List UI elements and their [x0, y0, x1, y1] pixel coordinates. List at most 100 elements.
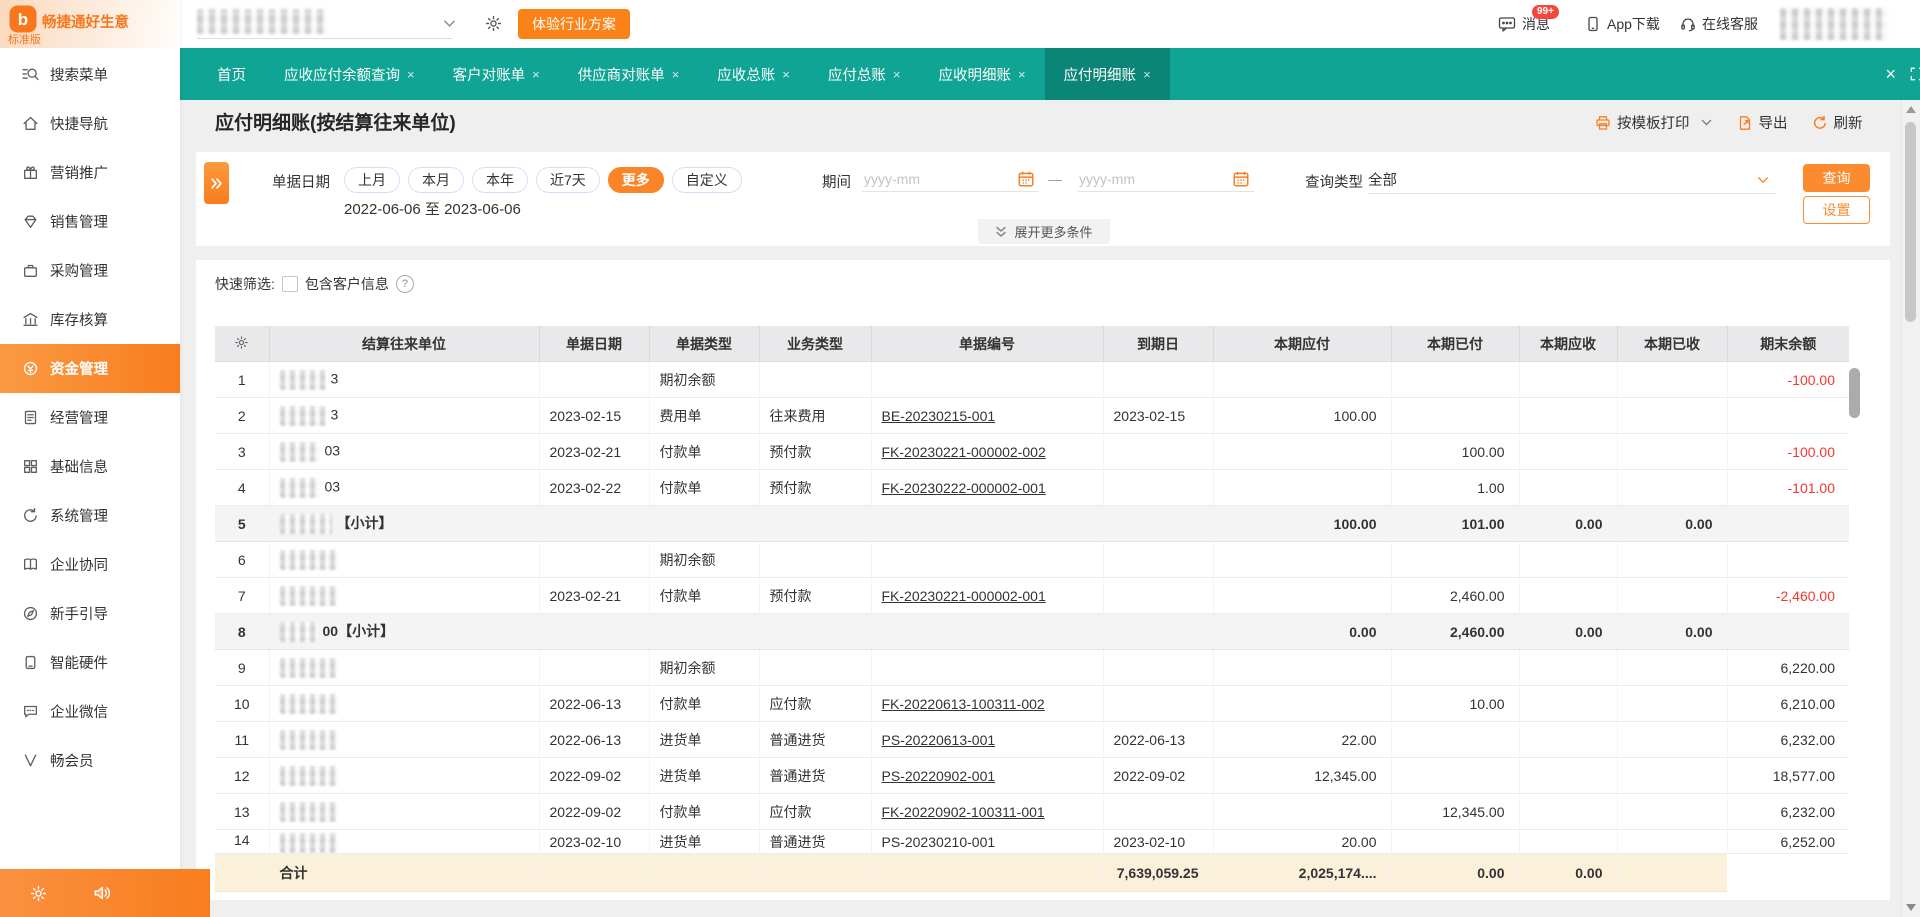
- sidebar-item-资金管理[interactable]: 资金管理: [0, 344, 180, 393]
- collapse-filter-tab[interactable]: [204, 162, 229, 204]
- total-balance: [1617, 853, 1727, 893]
- tab-应收总账[interactable]: 应收总账 ×: [698, 48, 809, 100]
- announcement-speaker-icon[interactable]: [93, 884, 111, 902]
- paid-cell: [1391, 829, 1520, 855]
- doc-type-cell: 进货单: [649, 829, 760, 855]
- query-type-select[interactable]: 全部: [1368, 166, 1776, 194]
- doc-no-link[interactable]: FK-20230222-000002-001: [882, 480, 1046, 496]
- tab-供应商对账单[interactable]: 供应商对账单 ×: [559, 48, 699, 100]
- settings-button[interactable]: 设置: [1803, 196, 1870, 224]
- doc-date-cell: 2023-02-15: [539, 397, 650, 434]
- app-window: 体验行业方案 消息 99+ App下载 在线客服 首页 应收应付余额查询 × 客户对账…: [0, 0, 1920, 917]
- scroll-up-arrow-icon[interactable]: [1906, 106, 1916, 113]
- column-header-label: 本期应付: [1274, 335, 1330, 352]
- redacted-user-avatar[interactable]: [1780, 8, 1888, 40]
- payable-cell: [1213, 649, 1392, 686]
- print-template-button[interactable]: 按模板打印: [1595, 112, 1713, 133]
- online-support-button[interactable]: 在线客服: [1680, 14, 1758, 34]
- redacted-unit-name: [279, 833, 338, 853]
- tab-应付总账[interactable]: 应付总账 ×: [809, 48, 920, 100]
- doc-no-link[interactable]: FK-20220613-100311-002: [882, 696, 1045, 712]
- doc-no-link[interactable]: FK-20230221-000002-001: [882, 588, 1046, 604]
- tab-客户对账单[interactable]: 客户对账单 ×: [434, 48, 559, 100]
- doc-date-cell: 2022-09-02: [539, 757, 650, 794]
- table-scrollbar-thumb[interactable]: [1849, 368, 1860, 418]
- scroll-down-arrow-icon[interactable]: [1906, 904, 1916, 911]
- doc-no-link[interactable]: BE-20230215-001: [882, 408, 996, 424]
- app-download-label: App下载: [1607, 16, 1660, 32]
- tab-应收应付余额查询[interactable]: 应收应付余额查询 ×: [265, 48, 434, 100]
- briefcase-icon: [22, 262, 39, 279]
- table-row: 9 期初余额 6,220.00: [215, 649, 1849, 686]
- tab-close-icon[interactable]: ×: [1018, 67, 1026, 82]
- period-to-input[interactable]: [1077, 166, 1254, 192]
- custom-range-pill[interactable]: 自定义: [671, 167, 742, 193]
- sidebar-item-企业微信[interactable]: 企业微信: [0, 687, 180, 736]
- payable-cell: 100.00: [1213, 505, 1392, 542]
- tabbar-fullscreen-icon[interactable]: [1910, 67, 1920, 81]
- tab-应收明细账[interactable]: 应收明细账 ×: [919, 48, 1044, 100]
- row-number: 13: [215, 793, 270, 830]
- doc-no-link[interactable]: PS-20220613-001: [882, 732, 996, 748]
- expand-more-conditions[interactable]: 展开更多条件: [978, 219, 1110, 244]
- row-number: 6: [215, 541, 270, 578]
- calendar-icon[interactable]: [1017, 170, 1035, 188]
- column-header-到期日: 到期日: [1103, 326, 1214, 362]
- settings-gear-icon[interactable]: [485, 15, 502, 32]
- printer-icon: [1595, 115, 1611, 131]
- chevron-down-icon[interactable]: [442, 16, 457, 31]
- doc-no-link[interactable]: PS-20220902-001: [882, 768, 996, 784]
- tab-首页[interactable]: 首页: [198, 48, 265, 100]
- messages-button[interactable]: 消息 99+: [1498, 5, 1559, 34]
- doc-no-link[interactable]: FK-20230221-000002-002: [882, 444, 1046, 460]
- tab-close-icon[interactable]: ×: [893, 67, 901, 82]
- app-download-button[interactable]: App下载: [1585, 14, 1660, 34]
- chevron-down-icon[interactable]: [1700, 116, 1713, 129]
- sidebar-item-label: 新手引导: [50, 607, 108, 623]
- sidebar-item-畅会员[interactable]: 畅会员: [0, 736, 180, 785]
- row-number: 10: [215, 685, 270, 722]
- sidebar-item-智能硬件[interactable]: 智能硬件: [0, 638, 180, 687]
- search-button[interactable]: 查询: [1803, 164, 1870, 192]
- sidebar-item-新手引导[interactable]: 新手引导: [0, 589, 180, 638]
- page-scrollbar[interactable]: [1901, 100, 1920, 917]
- period-from-input[interactable]: [862, 166, 1039, 192]
- footer-gear-icon[interactable]: [30, 885, 47, 902]
- calendar-icon[interactable]: [1232, 170, 1250, 188]
- page-scrollbar-thumb[interactable]: [1905, 122, 1916, 322]
- more-ranges-pill[interactable]: 更多: [607, 167, 664, 193]
- export-label: 导出: [1758, 116, 1788, 132]
- tabbar-close-icon[interactable]: ×: [1885, 65, 1896, 83]
- range-pill-上月[interactable]: 上月: [344, 167, 400, 193]
- tab-应付明细账[interactable]: 应付明细账 ×: [1044, 48, 1170, 100]
- doc-type-cell: 进货单: [649, 757, 760, 794]
- tab-close-icon[interactable]: ×: [782, 67, 790, 82]
- range-pill-近7天[interactable]: 近7天: [536, 167, 600, 193]
- range-pill-本年[interactable]: 本年: [472, 167, 528, 193]
- sidebar-item-快捷导航[interactable]: 快捷导航: [0, 99, 180, 148]
- sidebar-item-系统管理[interactable]: 系统管理: [0, 491, 180, 540]
- column-header-settings[interactable]: [215, 326, 270, 362]
- tab-close-icon[interactable]: ×: [1143, 67, 1151, 82]
- tab-close-icon[interactable]: ×: [407, 67, 415, 82]
- sidebar-item-库存核算[interactable]: 库存核算: [0, 295, 180, 344]
- sidebar-item-销售管理[interactable]: 销售管理: [0, 197, 180, 246]
- refresh-button[interactable]: 刷新: [1812, 112, 1863, 133]
- sidebar-item-经营管理[interactable]: 经营管理: [0, 393, 180, 442]
- include-customer-checkbox[interactable]: [281, 276, 298, 292]
- message-bubble-icon: [1498, 15, 1516, 33]
- doc-date-cell: 2023-02-10: [539, 829, 650, 855]
- tab-close-icon[interactable]: ×: [672, 67, 680, 82]
- sidebar-item-企业协同[interactable]: 企业协同: [0, 540, 180, 589]
- help-icon[interactable]: ?: [395, 275, 414, 293]
- report-icon: [22, 409, 39, 426]
- export-button[interactable]: 导出: [1737, 112, 1788, 133]
- sidebar-item-采购管理[interactable]: 采购管理: [0, 246, 180, 295]
- range-pill-本月[interactable]: 本月: [408, 167, 464, 193]
- sidebar-item-营销推广[interactable]: 营销推广: [0, 148, 180, 197]
- sidebar-item-基础信息[interactable]: 基础信息: [0, 442, 180, 491]
- doc-no-link[interactable]: FK-20220902-100311-001: [882, 804, 1045, 820]
- tab-close-icon[interactable]: ×: [532, 67, 540, 82]
- sidebar-item-搜索菜单[interactable]: 搜索菜单: [0, 50, 180, 99]
- trial-plan-button[interactable]: 体验行业方案: [518, 9, 630, 39]
